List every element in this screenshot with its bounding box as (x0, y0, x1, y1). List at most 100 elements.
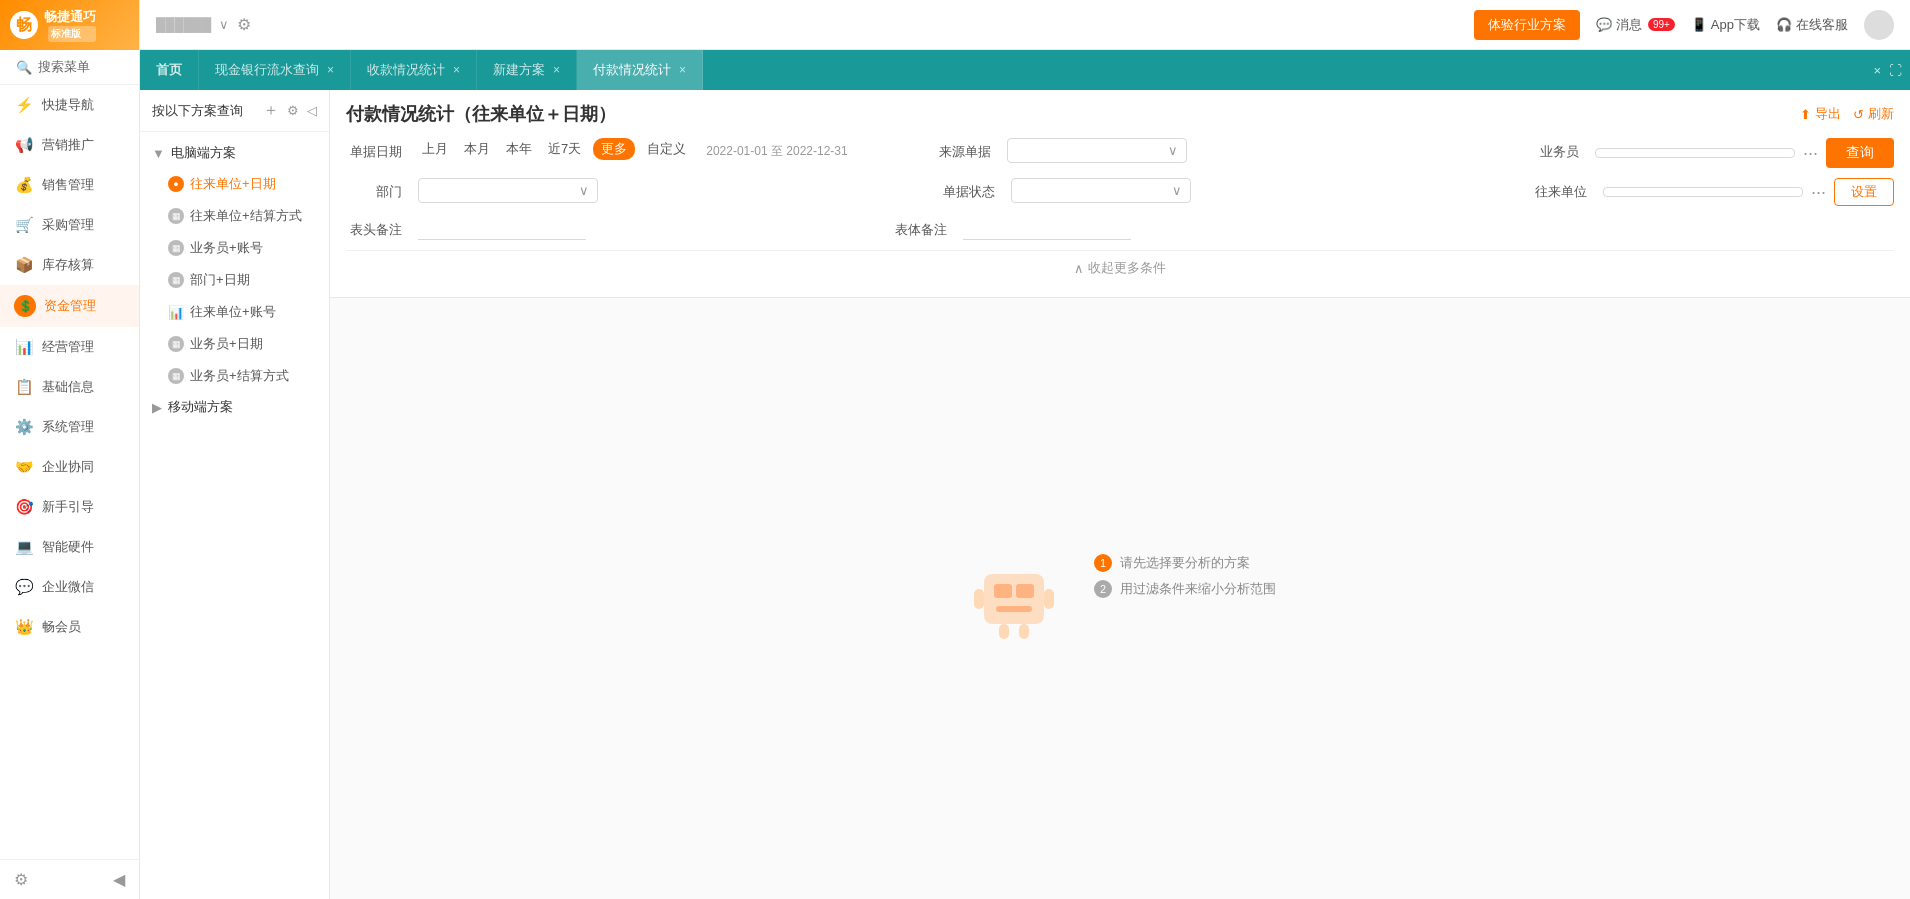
online-service-label: 在线客服 (1796, 16, 1848, 34)
sidebar-item-system[interactable]: ⚙️ 系统管理 (0, 407, 139, 447)
sidebar-item-marketing[interactable]: 📢 营销推广 (0, 125, 139, 165)
sidebar-item-inventory[interactable]: 📦 库存核算 (0, 245, 139, 285)
page-title: 付款情况统计（往来单位＋日期） (346, 102, 616, 126)
settings-btn[interactable]: 设置 (1834, 178, 1894, 206)
salesperson-select[interactable] (1595, 148, 1795, 158)
sidebar-item-operation[interactable]: 📊 经营管理 (0, 327, 139, 367)
online-service-btn[interactable]: 🎧 在线客服 (1776, 16, 1848, 34)
desktop-group-header[interactable]: ▼ 电脑端方案 (140, 138, 329, 168)
settings-btn[interactable]: ⚙ (14, 870, 28, 889)
dept-select[interactable]: ∨ (418, 178, 598, 203)
date-this-year[interactable]: 本年 (502, 138, 536, 160)
operation-label: 经营管理 (42, 338, 94, 356)
tab-home[interactable]: 首页 (140, 50, 199, 90)
scheme-item-3[interactable]: ▦ 部门+日期 (140, 264, 329, 296)
body-note-input[interactable] (963, 216, 1131, 240)
trial-btn[interactable]: 体验行业方案 (1474, 10, 1580, 40)
topbar-settings-icon[interactable]: ⚙ (237, 15, 251, 34)
system-icon: ⚙️ (14, 417, 34, 437)
tab-cashflow-close[interactable]: × (327, 63, 334, 77)
export-btn[interactable]: ⬆ 导出 (1800, 105, 1841, 123)
scheme-settings-btn[interactable]: ⚙ (287, 103, 299, 118)
hardware-icon: 💻 (14, 537, 34, 557)
collapse-bar[interactable]: ∧ 收起更多条件 (346, 250, 1894, 285)
fullscreen-btn[interactable]: ⛶ (1889, 63, 1902, 78)
empty-step2: 2 用过滤条件来缩小分析范围 (1094, 580, 1276, 598)
counterpart-dots[interactable]: ··· (1811, 182, 1826, 203)
collapse-label: 收起更多条件 (1088, 259, 1166, 277)
sidebar-item-basic[interactable]: 📋 基础信息 (0, 367, 139, 407)
tab-collection[interactable]: 收款情况统计 × (351, 50, 477, 90)
query-btn[interactable]: 查询 (1826, 138, 1894, 168)
search-menu[interactable]: 🔍 搜索菜单 (0, 50, 139, 85)
sidebar: 畅 畅捷通巧 标准版 🔍 搜索菜单 ⚡ 快捷导航 📢 营销推广 💰 销售管理 🛒… (0, 0, 140, 899)
version-badge: 标准版 (48, 26, 96, 42)
close-all-tabs[interactable]: × (1873, 63, 1881, 78)
scheme-item-5[interactable]: ▦ 业务员+日期 (140, 328, 329, 360)
scheme-item-1[interactable]: ▦ 往来单位+结算方式 (140, 200, 329, 232)
app-download-btn[interactable]: 📱 App下载 (1691, 16, 1760, 34)
sidebar-item-purchase[interactable]: 🛒 采购管理 (0, 205, 139, 245)
sidebar-item-guide[interactable]: 🎯 新手引导 (0, 487, 139, 527)
date-7days[interactable]: 近7天 (544, 138, 585, 160)
sidebar-item-finance[interactable]: 💲 资金管理 (0, 285, 139, 327)
counterpart-select[interactable] (1603, 187, 1803, 197)
date-this-month[interactable]: 本月 (460, 138, 494, 160)
svg-rect-2 (1016, 584, 1034, 598)
date-custom[interactable]: 自定义 (643, 138, 690, 160)
voucher-status-select[interactable]: ∨ (1011, 178, 1191, 203)
header-note-input[interactable] (418, 216, 586, 240)
page-content: 按以下方案查询 ＋ ⚙ ◁ ▼ 电脑端方案 ● 往来单位+日期 ▦ (140, 90, 1910, 899)
sidebar-item-hardware[interactable]: 💻 智能硬件 (0, 527, 139, 567)
svg-rect-6 (999, 624, 1009, 639)
tab-collection-close[interactable]: × (453, 63, 460, 77)
right-panel: 付款情况统计（往来单位＋日期） ⬆ 导出 ↺ 刷新 单据日期 (330, 90, 1910, 899)
tab-cashflow[interactable]: 现金银行流水查询 × (199, 50, 351, 90)
filter-row-3: 表头备注 表体备注 (346, 216, 1894, 240)
svg-rect-4 (974, 589, 984, 609)
page-title-row: 付款情况统计（往来单位＋日期） ⬆ 导出 ↺ 刷新 (346, 102, 1894, 126)
refresh-btn[interactable]: ↺ 刷新 (1853, 105, 1894, 123)
guide-label: 新手引导 (42, 498, 94, 516)
mobile-expand-icon: ▶ (152, 400, 162, 415)
mobile-group-header[interactable]: ▶ 移动端方案 (140, 392, 329, 422)
sidebar-item-cooperation[interactable]: 🤝 企业协同 (0, 447, 139, 487)
salesperson-label: 业务员 (1523, 138, 1579, 161)
sidebar-item-wechat[interactable]: 💬 企业微信 (0, 567, 139, 607)
messages-btn[interactable]: 💬 消息 99+ (1596, 16, 1675, 34)
salesperson-dots[interactable]: ··· (1803, 143, 1818, 164)
scheme-label-1: 往来单位+结算方式 (190, 207, 302, 225)
main-content: ██████ ∨ ⚙ 体验行业方案 💬 消息 99+ 📱 App下载 🎧 在线客… (140, 0, 1910, 899)
operation-icon: 📊 (14, 337, 34, 357)
collapse-panel-btn[interactable]: ◁ (307, 103, 317, 118)
date-more[interactable]: 更多 (593, 138, 635, 160)
sidebar-item-sales[interactable]: 💰 销售管理 (0, 165, 139, 205)
sidebar-item-quick-nav[interactable]: ⚡ 快捷导航 (0, 85, 139, 125)
add-scheme-btn[interactable]: ＋ (263, 100, 279, 121)
source-select[interactable]: ∨ (1007, 138, 1187, 163)
wechat-icon: 💬 (14, 577, 34, 597)
collapse-sidebar-btn[interactable]: ◀ (113, 870, 125, 889)
source-arrow: ∨ (1168, 143, 1178, 158)
marketing-icon: 📢 (14, 135, 34, 155)
scheme-item-0[interactable]: ● 往来单位+日期 (140, 168, 329, 200)
purchase-label: 采购管理 (42, 216, 94, 234)
tab-payment-label: 付款情况统计 (593, 61, 671, 79)
scheme-item-4[interactable]: 📊 往来单位+账号 (140, 296, 329, 328)
user-display: ██████ (156, 17, 211, 32)
tab-payment-close[interactable]: × (679, 63, 686, 77)
dropdown-arrow[interactable]: ∨ (219, 17, 229, 32)
tab-payment[interactable]: 付款情况统计 × (577, 50, 703, 90)
system-label: 系统管理 (42, 418, 94, 436)
panel-header-icons: ＋ ⚙ ◁ (263, 100, 317, 121)
scheme-icon-1: ▦ (168, 208, 184, 224)
sidebar-item-member[interactable]: 👑 畅会员 (0, 607, 139, 647)
avatar[interactable] (1864, 10, 1894, 40)
panel-title: 按以下方案查询 (152, 102, 243, 120)
scheme-item-2[interactable]: ▦ 业务员+账号 (140, 232, 329, 264)
tab-new-scheme[interactable]: 新建方案 × (477, 50, 577, 90)
date-last-month[interactable]: 上月 (418, 138, 452, 160)
scheme-item-6[interactable]: ▦ 业务员+结算方式 (140, 360, 329, 392)
tab-new-scheme-close[interactable]: × (553, 63, 560, 77)
scheme-icon-4: 📊 (168, 304, 184, 320)
